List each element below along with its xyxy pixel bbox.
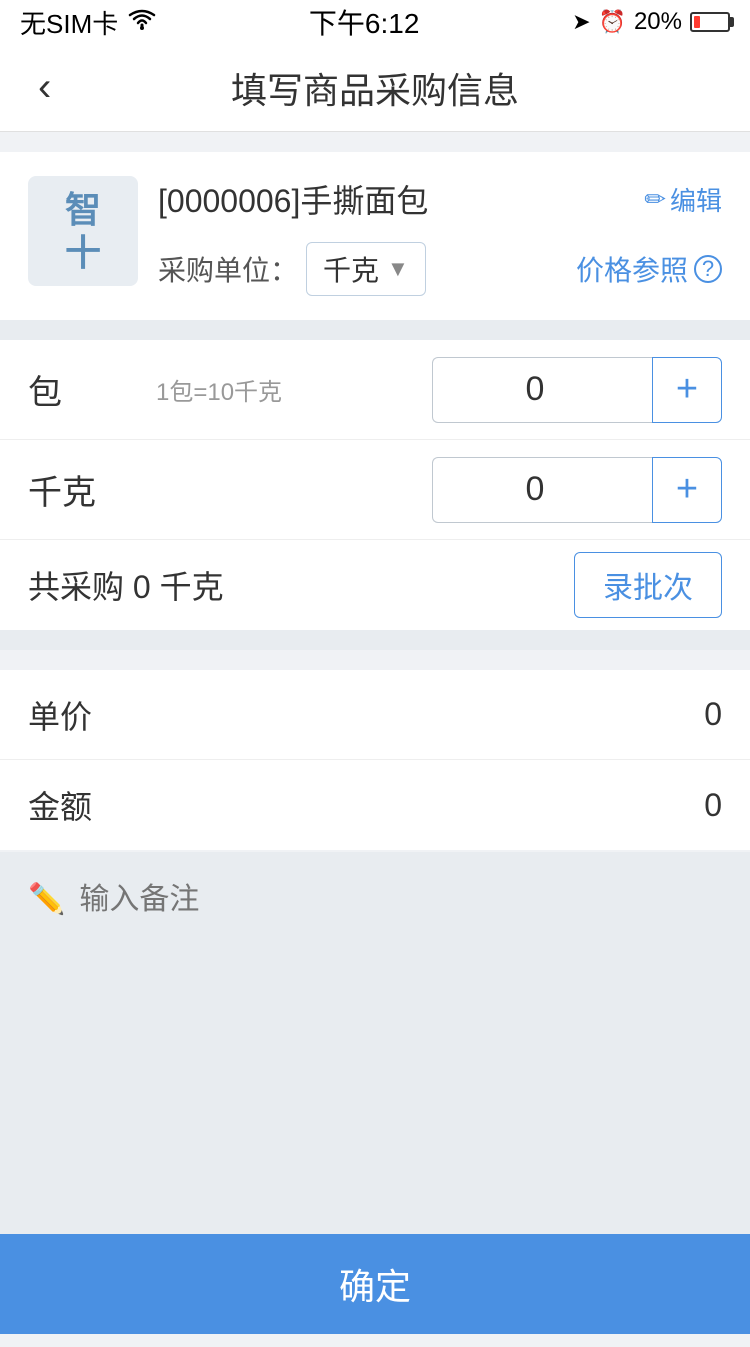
bag-quantity-input[interactable] — [432, 357, 652, 423]
content-spacer — [0, 947, 750, 1247]
unit-label: 采购单位： — [158, 249, 298, 289]
kg-input-group: + — [432, 457, 722, 523]
product-unit-row: 采购单位： 千克 ▼ 价格参照 ? — [158, 242, 722, 296]
product-thumbnail: 智 十 — [28, 176, 138, 286]
total-text: 共采购 0 千克 — [28, 562, 224, 608]
status-right: ➤ ⏰ 20% — [572, 8, 730, 36]
back-button[interactable]: ‹ — [28, 55, 61, 120]
nav-bar: ‹ 填写商品采购信息 — [0, 44, 750, 132]
edit-icon: ✏ — [644, 184, 666, 215]
amount-value: 0 — [704, 787, 722, 824]
status-bar: 无SIM卡 下午6:12 ➤ ⏰ 20% — [0, 0, 750, 44]
note-input[interactable] — [79, 883, 722, 917]
status-time: 下午6:12 — [309, 2, 420, 42]
input-section: 包 1包=10千克 + 千克 + — [0, 340, 750, 540]
pencil-icon: ✏️ — [28, 882, 65, 917]
product-logo: 智 十 — [65, 188, 101, 274]
product-info: [0000006]手撕面包 ✏ 编辑 采购单位： 千克 ▼ 价格参照 ? — [158, 176, 722, 296]
sim-text: 无SIM卡 — [20, 4, 118, 41]
help-icon: ? — [694, 255, 722, 283]
price-ref-label: 价格参照 — [576, 249, 688, 289]
edit-label: 编辑 — [670, 181, 722, 218]
amount-row: 金额 0 — [0, 760, 750, 850]
bag-input-row: 包 1包=10千克 + — [0, 340, 750, 440]
product-card: 智 十 [0000006]手撕面包 ✏ 编辑 采购单位： 千克 ▼ — [0, 152, 750, 320]
unit-price-row: 单价 0 — [0, 670, 750, 760]
unit-price-label: 单价 — [28, 692, 92, 738]
confirm-button[interactable]: 确定 — [339, 1258, 411, 1310]
bag-label: 包 — [28, 365, 148, 414]
wifi-icon — [128, 7, 156, 38]
price-reference-button[interactable]: 价格参照 ? — [576, 249, 722, 289]
battery-icon — [690, 12, 730, 32]
unit-value: 千克 — [323, 249, 379, 289]
battery-percent: 20% — [634, 8, 682, 36]
unit-price-value: 0 — [704, 696, 722, 733]
confirm-bar[interactable]: 确定 — [0, 1234, 750, 1334]
amount-label: 金额 — [28, 782, 92, 828]
status-left: 无SIM卡 — [20, 4, 156, 41]
note-section: ✏️ — [0, 852, 750, 947]
batch-record-button[interactable]: 录批次 — [574, 552, 722, 618]
edit-button[interactable]: ✏ 编辑 — [644, 181, 722, 218]
total-row: 共采购 0 千克 录批次 — [0, 540, 750, 630]
bag-plus-button[interactable]: + — [652, 357, 722, 423]
section-divider-2 — [0, 630, 750, 650]
page-title: 填写商品采购信息 — [231, 62, 519, 114]
dropdown-arrow-icon: ▼ — [387, 256, 409, 282]
alarm-icon: ⏰ — [599, 9, 626, 35]
section-divider-1 — [0, 320, 750, 340]
kg-plus-button[interactable]: + — [652, 457, 722, 523]
price-amount-section: 单价 0 金额 0 — [0, 670, 750, 850]
unit-select[interactable]: 千克 ▼ — [306, 242, 426, 296]
product-name: [0000006]手撕面包 — [158, 176, 428, 222]
bag-sublabel: 1包=10千克 — [156, 372, 282, 407]
bag-input-group: + — [432, 357, 722, 423]
kg-label: 千克 — [28, 465, 148, 514]
total-amount: 0 — [133, 569, 151, 605]
product-name-row: [0000006]手撕面包 ✏ 编辑 — [158, 176, 722, 222]
kg-quantity-input[interactable] — [432, 457, 652, 523]
location-icon: ➤ — [572, 9, 590, 35]
kg-input-row: 千克 + — [0, 440, 750, 540]
